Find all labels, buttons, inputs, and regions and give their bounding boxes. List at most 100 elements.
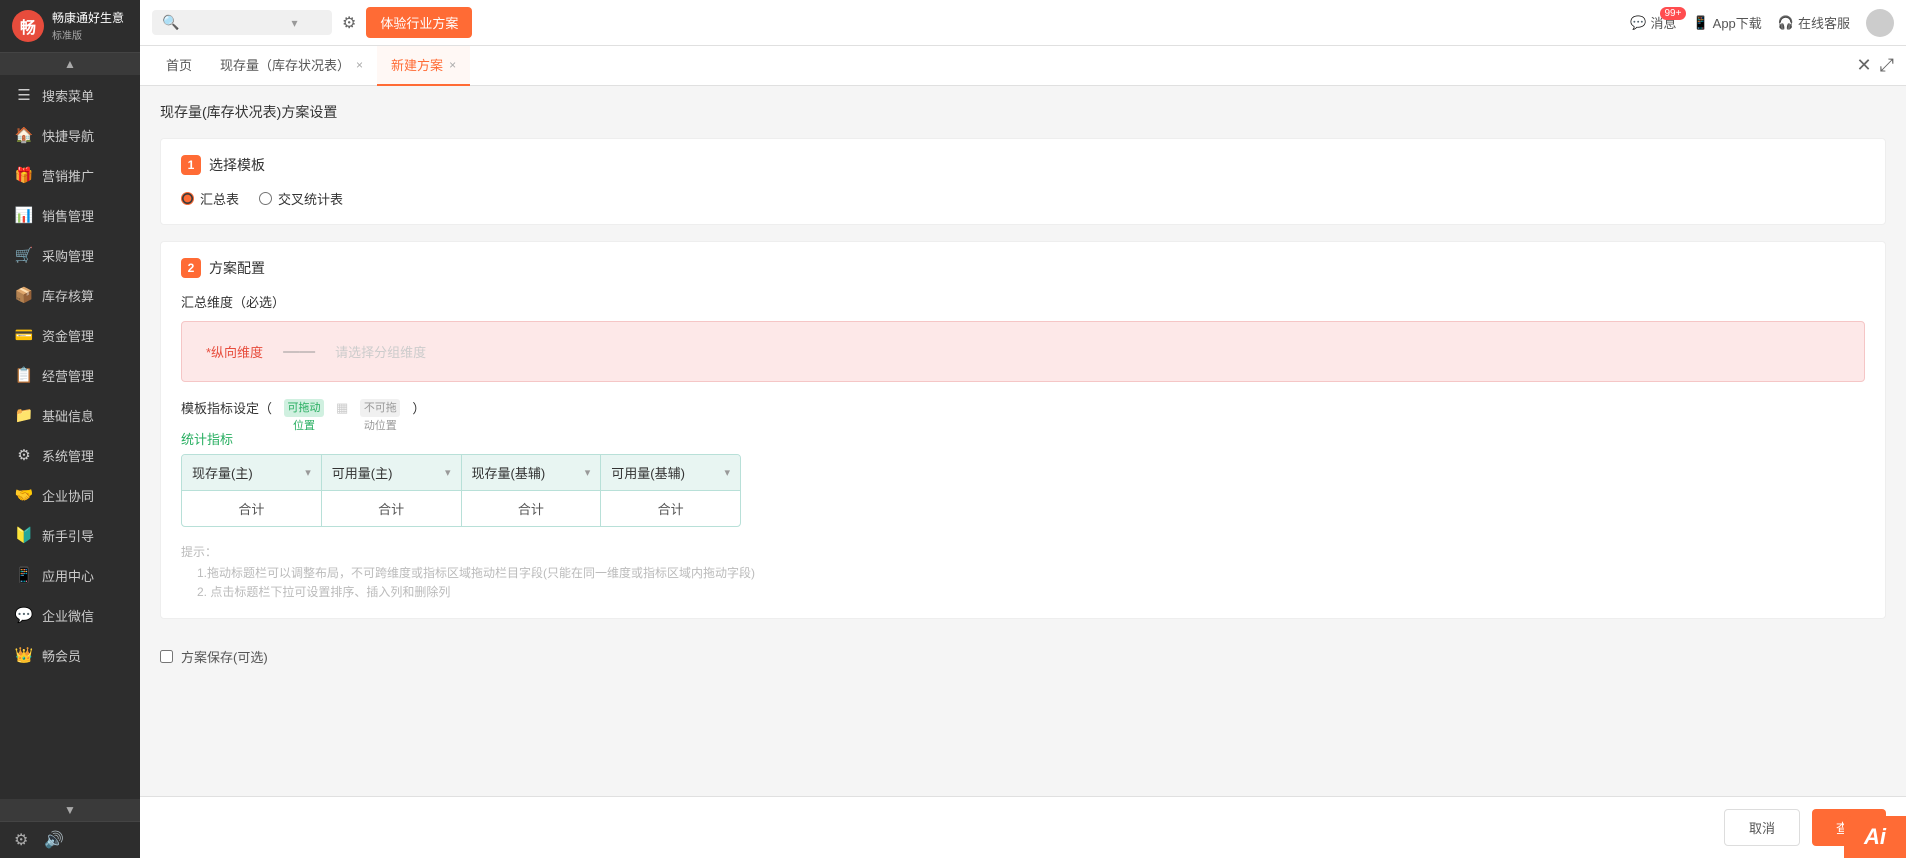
chevron-col-2[interactable]: ▾: [445, 466, 451, 479]
stats-table: 现存量(主) ▾ 可用量(主) ▾ 现存量(基辅) ▾ 可用量(基辅) ▾: [181, 454, 741, 527]
sidebar-item-label: 采购管理: [42, 246, 94, 265]
stats-col-2[interactable]: 可用量(主) ▾: [322, 455, 462, 490]
radio-summary[interactable]: 汇总表: [181, 189, 239, 208]
tab-new-plan-label: 新建方案: [391, 55, 443, 74]
header-left: 🔍 ▾ ⚙ 体验行业方案: [152, 7, 1630, 38]
section2-title: 方案配置: [209, 258, 265, 278]
sidebar-item-label: 新手引导: [42, 526, 94, 545]
tips-section: 提示： 1.拖动标题栏可以调整布局，不可跨维度或指标区域拖动栏目字段(只能在同一…: [181, 543, 1865, 600]
search-box[interactable]: 🔍 ▾: [152, 10, 332, 35]
avatar[interactable]: [1866, 9, 1894, 37]
save-label: 方案保存(可选): [181, 647, 268, 666]
section2-number: 2: [181, 258, 201, 278]
stats-col-3[interactable]: 现存量(基辅) ▾: [462, 455, 602, 490]
sidebar-item-inventory[interactable]: 📦 库存核算: [0, 275, 140, 315]
sidebar-item-shortcut[interactable]: 🏠 快捷导航: [0, 115, 140, 155]
sidebar-scroll-down[interactable]: ▼: [0, 799, 140, 821]
crown-icon: 👑: [14, 645, 34, 665]
sidebar-item-label: 基础信息: [42, 406, 94, 425]
sidebar-item-newbie[interactable]: 🔰 新手引导: [0, 515, 140, 555]
sidebar-item-enterprise[interactable]: 🤝 企业协同: [0, 475, 140, 515]
search-input[interactable]: [185, 16, 285, 30]
stats-col-1-label: 现存量(主): [192, 463, 253, 482]
sidebar-item-system[interactable]: ⚙ 系统管理: [0, 435, 140, 475]
stats-cell-1: 合计: [182, 491, 322, 526]
chevron-col-4[interactable]: ▾: [724, 466, 730, 479]
sidebar-scroll-up[interactable]: ▲: [0, 53, 140, 75]
top-header: 🔍 ▾ ⚙ 体验行业方案 💬 消息 99+ 📱 App下载 🎧 在线客服: [140, 0, 1906, 46]
template-radio-group: 汇总表 交叉统计表: [181, 189, 1865, 208]
tab-home[interactable]: 首页: [152, 46, 206, 86]
sidebar: 畅 畅康通好生意 标准版 ▲ ☰ 搜索菜单 🏠 快捷导航 🎁 营销推广 📊 销售…: [0, 0, 140, 858]
tab-new-plan[interactable]: 新建方案 ×: [377, 46, 470, 86]
tab-new-plan-close[interactable]: ×: [449, 59, 456, 71]
sidebar-item-label: 营销推广: [42, 166, 94, 185]
stats-col-1[interactable]: 现存量(主) ▾: [182, 455, 322, 490]
radio-summary-input[interactable]: [181, 192, 194, 205]
stats-table-header: 现存量(主) ▾ 可用量(主) ▾ 现存量(基辅) ▾ 可用量(基辅) ▾: [182, 455, 740, 490]
sidebar-item-member[interactable]: 👑 畅会员: [0, 635, 140, 675]
dimension-pink-box[interactable]: *纵向维度 —— 请选择分组维度: [181, 321, 1865, 382]
bottom-bar: 取消 查询: [140, 796, 1906, 858]
radio-cross-input[interactable]: [259, 192, 272, 205]
settings-gear-icon[interactable]: ⚙: [342, 13, 356, 33]
stats-col-2-label: 可用量(主): [332, 463, 393, 482]
stats-col-4[interactable]: 可用量(基辅) ▾: [601, 455, 740, 490]
window-expand-button[interactable]: ⤢: [1880, 55, 1894, 76]
settings-icon[interactable]: ⚙: [14, 830, 28, 850]
message-icon: 💬: [1630, 15, 1646, 31]
sidebar-item-label: 搜索菜单: [42, 86, 94, 105]
sidebar-item-finance[interactable]: 💳 资金管理: [0, 315, 140, 355]
indicator-movable-badge: 可拖动位置: [284, 399, 324, 417]
messages-button[interactable]: 💬 消息 99+: [1630, 13, 1676, 32]
section1-header: 1 选择模板: [181, 155, 1865, 175]
box-icon: 📦: [14, 285, 34, 305]
section2-header: 2 方案配置: [181, 258, 1865, 278]
chart-icon: 📊: [14, 205, 34, 225]
sidebar-item-marketing[interactable]: 🎁 营销推广: [0, 155, 140, 195]
stats-col-3-label: 现存量(基辅): [472, 463, 546, 482]
radio-cross[interactable]: 交叉统计表: [259, 189, 343, 208]
sidebar-item-search[interactable]: ☰ 搜索菜单: [0, 75, 140, 115]
page-title: 现存量(库存状况表)方案设置: [160, 102, 1886, 122]
tab-inventory-close[interactable]: ×: [356, 59, 363, 71]
sidebar-item-wechat[interactable]: 💬 企业微信: [0, 595, 140, 635]
sidebar-item-label: 应用中心: [42, 566, 94, 585]
speaker-icon[interactable]: 🔊: [44, 830, 64, 850]
header-right: 💬 消息 99+ 📱 App下载 🎧 在线客服: [1630, 9, 1894, 37]
sidebar-item-app-center[interactable]: 📱 应用中心: [0, 555, 140, 595]
section1-number: 1: [181, 155, 201, 175]
tab-home-label: 首页: [166, 55, 192, 74]
chevron-down-icon[interactable]: ▾: [291, 16, 297, 30]
radio-cross-label: 交叉统计表: [278, 189, 343, 208]
content-area: 现存量(库存状况表)方案设置 1 选择模板 汇总表 交叉统计表 2: [140, 86, 1906, 796]
stats-cell-3: 合计: [462, 491, 602, 526]
search-icon: 🔍: [162, 14, 179, 31]
phone-icon: 📱: [14, 565, 34, 585]
ai-badge[interactable]: Ai: [1844, 816, 1906, 858]
tips-title: 提示：: [181, 543, 1865, 560]
service-button[interactable]: 🎧 在线客服: [1778, 13, 1850, 32]
sidebar-item-operation[interactable]: 📋 经营管理: [0, 355, 140, 395]
cart-icon: 🛒: [14, 245, 34, 265]
card-icon: 💳: [14, 325, 34, 345]
chevron-col-3[interactable]: ▾: [585, 466, 591, 479]
save-checkbox[interactable]: [160, 650, 173, 663]
chevron-col-1[interactable]: ▾: [305, 466, 311, 479]
app-download-button[interactable]: 📱 App下载: [1692, 13, 1761, 32]
window-close-button[interactable]: ✕: [1857, 55, 1872, 76]
tab-inventory-status[interactable]: 现存量（库存状况表） ×: [206, 46, 377, 86]
sidebar-item-basic[interactable]: 📁 基础信息: [0, 395, 140, 435]
trial-button[interactable]: 体验行业方案: [366, 7, 472, 38]
stats-label: 统计指标: [181, 429, 1865, 448]
sidebar-item-purchase[interactable]: 🛒 采购管理: [0, 235, 140, 275]
indicator-label: 模板指标设定（: [181, 398, 272, 417]
dimension-label: 汇总维度（必选）: [181, 292, 1865, 311]
cancel-button[interactable]: 取消: [1724, 809, 1800, 846]
search-icon: ☰: [14, 85, 34, 105]
sidebar-item-label: 系统管理: [42, 446, 94, 465]
sidebar-item-label: 快捷导航: [42, 126, 94, 145]
tabs-actions: ✕ ⤢: [1857, 55, 1895, 76]
logo-text: 畅康通好生意 标准版: [52, 10, 124, 42]
sidebar-item-sales[interactable]: 📊 销售管理: [0, 195, 140, 235]
